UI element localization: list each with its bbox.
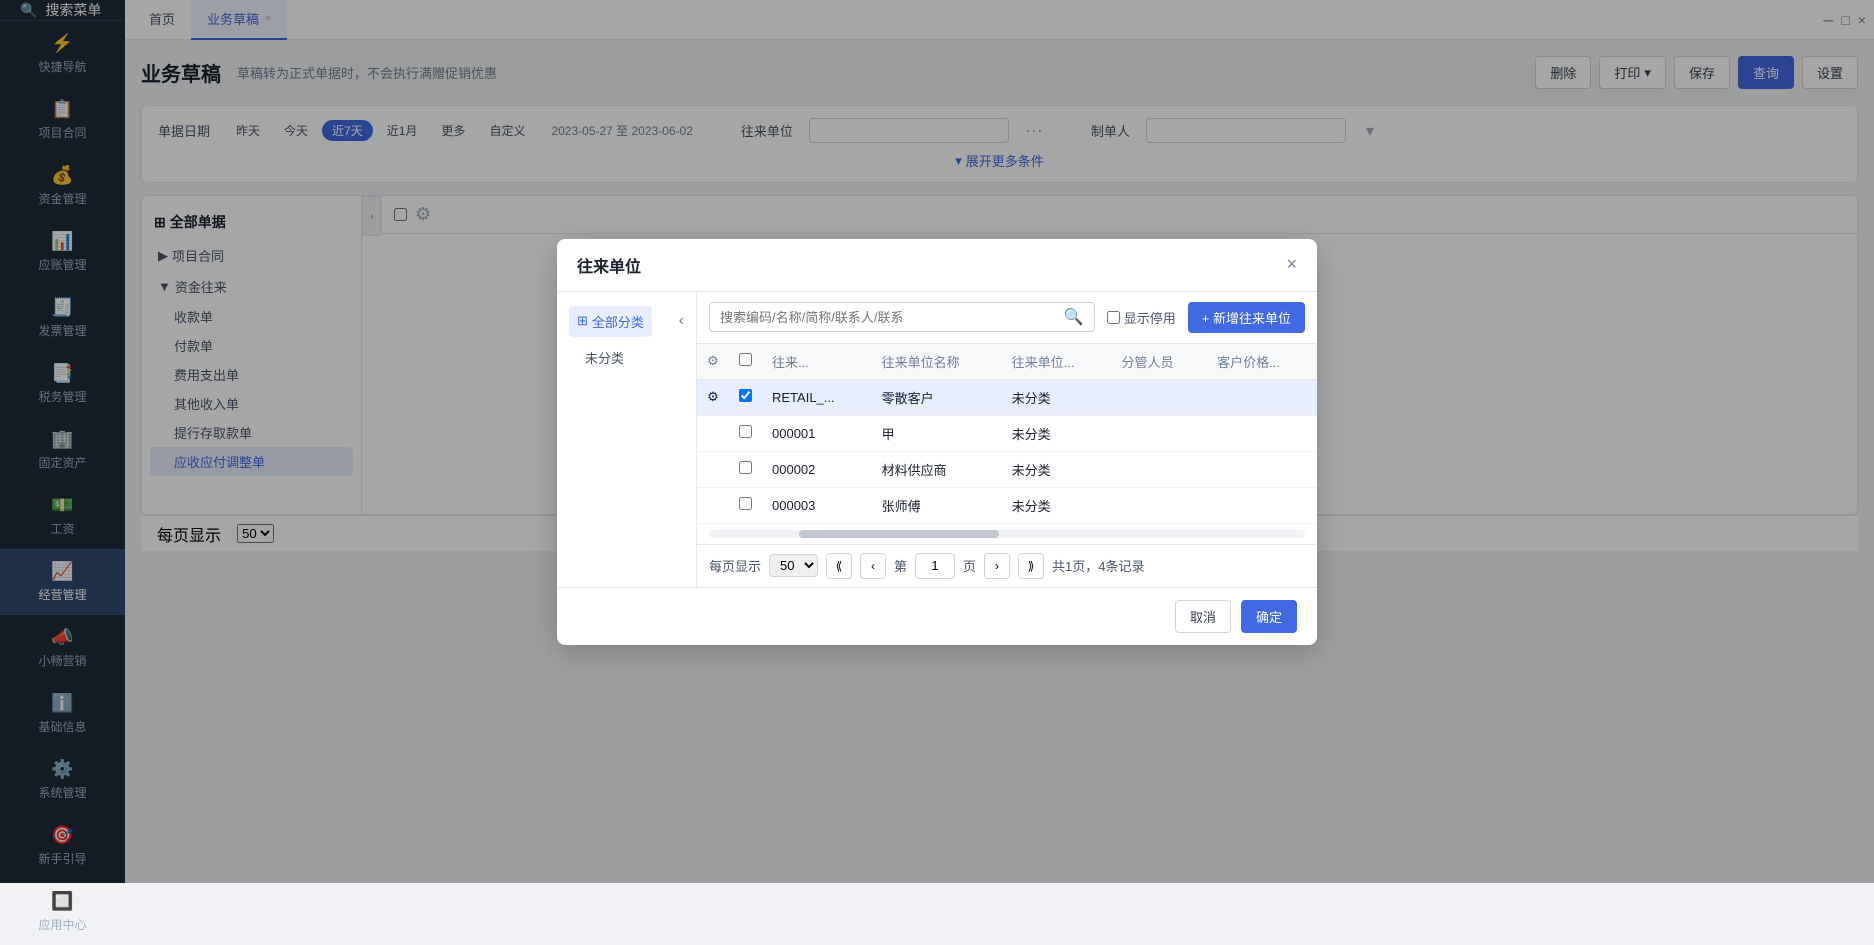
modal-table-body: ⚙ RETAIL_... 零散客户 未分类 [697,379,1317,523]
tree-all-label: 全部分类 [592,312,644,331]
row-1-checkbox[interactable] [739,389,752,402]
confirm-button[interactable]: 确定 [1241,600,1297,633]
row-4-price-level [1207,487,1317,523]
grid-icon-small: ⊞ [577,313,588,329]
row-3-checkbox[interactable] [739,461,752,474]
col-code-header: 往来... [762,344,872,380]
counterpart-modal: 往来单位 × ⊞ 全部分类 ‹ 未分类 [557,239,1317,645]
modal-search-bar: 🔍 显示停用 + 新增往来单位 [697,292,1317,344]
modal-table-wrapper: ⚙ 往来... 往来单位名称 往来单位... 分管人员 客户价格... [697,344,1317,524]
modal-close-button[interactable]: × [1286,254,1297,275]
row-1-name: 零散客户 [872,379,1002,415]
modal-pagination: 每页显示 50 ⟪ ‹ 第 页 › ⟫ 共1页，4条记录 [697,544,1317,587]
show-disabled-checkbox[interactable] [1107,311,1120,324]
col-price-level-header: 客户价格... [1207,344,1317,380]
table-row[interactable]: 000001 甲 未分类 [697,415,1317,451]
row-checkbox-cell[interactable] [729,379,762,415]
prev-page-button[interactable]: ‹ [860,553,886,579]
row-3-category: 未分类 [1002,451,1112,487]
row-3-salesperson [1112,451,1208,487]
row-4-category: 未分类 [1002,487,1112,523]
horizontal-scrollbar[interactable] [709,530,1305,538]
next-page-button[interactable]: › [984,553,1010,579]
row-3-settings [697,451,729,487]
row-2-salesperson [1112,415,1208,451]
row-3-name: 材料供应商 [872,451,1002,487]
col-checkbox[interactable] [729,344,762,380]
modal-table-head: ⚙ 往来... 往来单位名称 往来单位... 分管人员 客户价格... [697,344,1317,380]
modal-header: 往来单位 × [557,239,1317,292]
modal-footer: 取消 确定 [557,587,1317,645]
sidebar-item-app-center[interactable]: 🔲 应用中心 [0,879,125,945]
row-2-code: 000001 [762,415,872,451]
per-page-select[interactable]: 50 [769,554,818,577]
col-name-header: 往来单位名称 [872,344,1002,380]
show-disabled-label: 显示停用 [1107,308,1176,327]
tree-collapse-icon[interactable]: ‹ [679,312,684,330]
row-4-name: 张师傅 [872,487,1002,523]
row-4-checkbox-cell[interactable] [729,487,762,523]
modal-tree: ⊞ 全部分类 ‹ 未分类 [557,292,697,587]
modal-title: 往来单位 [577,253,641,277]
cancel-button[interactable]: 取消 [1175,600,1231,633]
row-2-price-level [1207,415,1317,451]
row-4-settings [697,487,729,523]
row-3-checkbox-cell[interactable] [729,451,762,487]
search-box: 🔍 [709,302,1095,332]
row-3-code: 000002 [762,451,872,487]
tree-item-uncategorized[interactable]: 未分类 [565,343,688,372]
row-1-category: 未分类 [1002,379,1112,415]
modal-right-content: 🔍 显示停用 + 新增往来单位 ⚙ [697,292,1317,587]
per-page-label: 每页显示 [709,556,761,575]
new-partner-button[interactable]: + 新增往来单位 [1188,302,1305,333]
col-salesperson-header: 分管人员 [1112,344,1208,380]
col-settings[interactable]: ⚙ [697,344,729,380]
row-2-settings [697,415,729,451]
search-icon: 🔍 [1064,307,1084,327]
table-select-all-checkbox[interactable] [739,353,752,366]
row-4-code: 000003 [762,487,872,523]
col-category-header: 往来单位... [1002,344,1112,380]
first-page-button[interactable]: ⟪ [826,553,852,579]
sidebar-item-label: 应用中心 [38,916,86,933]
row-1-code: RETAIL_... [762,379,872,415]
app-center-icon: 🔲 [51,891,73,912]
page-number-input[interactable] [915,553,955,579]
row-2-name: 甲 [872,415,1002,451]
row-1-salesperson [1112,379,1208,415]
modal-table: ⚙ 往来... 往来单位名称 往来单位... 分管人员 客户价格... [697,344,1317,524]
last-page-button[interactable]: ⟫ [1018,553,1044,579]
table-row[interactable]: 000003 张师傅 未分类 [697,487,1317,523]
modal-overlay: 往来单位 × ⊞ 全部分类 ‹ 未分类 [0,0,1874,883]
table-row[interactable]: 000002 材料供应商 未分类 [697,451,1317,487]
total-records-label: 共1页，4条记录 [1052,556,1144,575]
row-1-price-level [1207,379,1317,415]
row-settings-icon[interactable]: ⚙ [697,379,729,415]
page-unit-label: 页 [963,556,976,575]
row-3-price-level [1207,451,1317,487]
search-input[interactable] [720,310,1058,325]
modal-body: ⊞ 全部分类 ‹ 未分类 🔍 显示停用 [557,292,1317,587]
scrollbar-thumb[interactable] [799,530,999,538]
tree-item-all-categories[interactable]: ⊞ 全部分类 [569,306,652,337]
table-row[interactable]: ⚙ RETAIL_... 零散客户 未分类 [697,379,1317,415]
row-2-checkbox[interactable] [739,425,752,438]
row-2-checkbox-cell[interactable] [729,415,762,451]
page-label: 第 [894,556,907,575]
row-4-salesperson [1112,487,1208,523]
row-2-category: 未分类 [1002,415,1112,451]
row-4-checkbox[interactable] [739,497,752,510]
tree-header: ⊞ 全部分类 ‹ [565,300,688,343]
